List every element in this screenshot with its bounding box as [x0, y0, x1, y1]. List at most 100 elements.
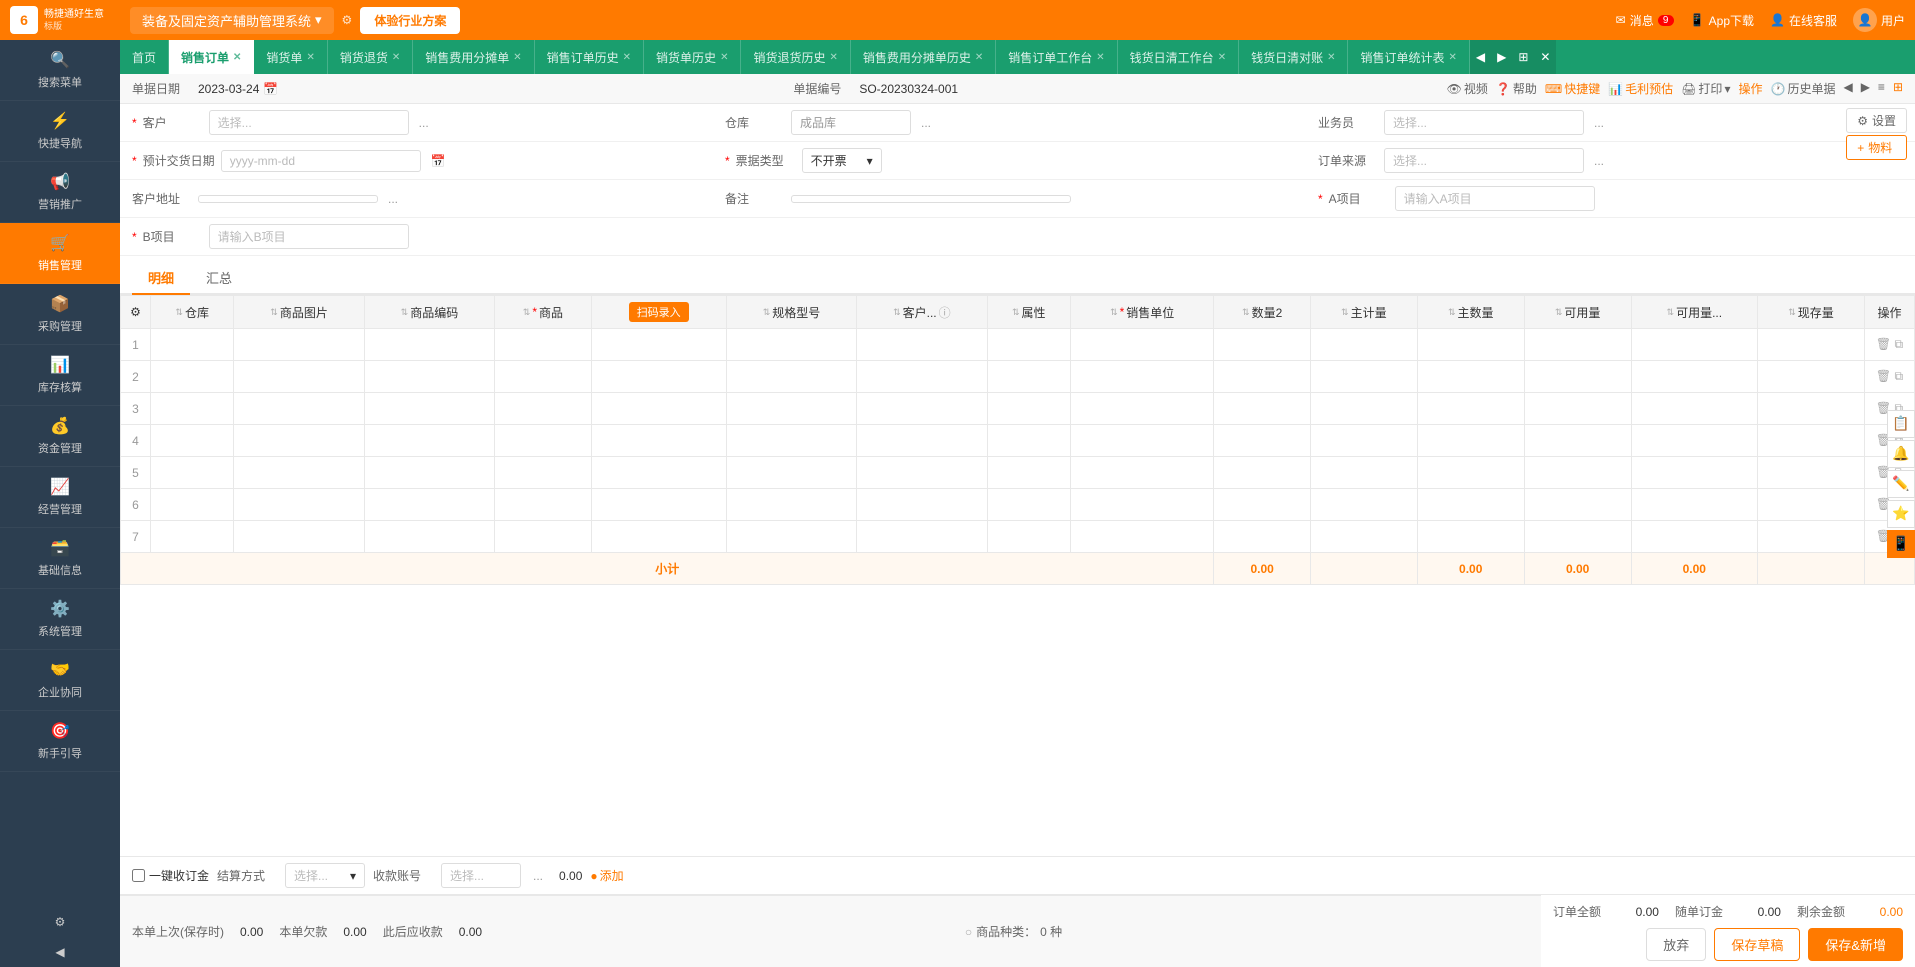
invoice-type-select[interactable]: 不开票 ▾	[802, 148, 882, 173]
sidebar-item-purchase[interactable]: 📦 采购管理	[0, 284, 120, 345]
tab-close-icon[interactable]: ✕	[392, 52, 400, 63]
row-main-qty[interactable]	[1417, 361, 1524, 393]
row-product[interactable]	[495, 393, 591, 425]
tab-sales-order-history[interactable]: 销售订单历史 ✕	[535, 40, 644, 74]
row-customer-code[interactable]	[857, 457, 987, 489]
row-sales-unit[interactable]	[1070, 521, 1213, 553]
row-qty2[interactable]	[1214, 489, 1310, 521]
row-customer-code[interactable]	[857, 425, 987, 457]
row-qty2[interactable]	[1214, 457, 1310, 489]
tab-sales-stats[interactable]: 销售订单统计表 ✕	[1348, 40, 1469, 74]
sort-icon[interactable]: ⇅	[1341, 307, 1349, 318]
row-main-qty[interactable]	[1417, 425, 1524, 457]
sidebar-collapse-btn[interactable]: ◀	[0, 937, 120, 967]
row-warehouse[interactable]	[151, 361, 234, 393]
sidebar-item-marketing[interactable]: 📢 营销推广	[0, 162, 120, 223]
view-action[interactable]: 👁 视频	[1447, 80, 1488, 97]
row-customer-code[interactable]	[857, 521, 987, 553]
customer-input[interactable]: 选择...	[209, 110, 409, 135]
row-sales-unit[interactable]	[1070, 425, 1213, 457]
sidebar-item-sales[interactable]: 🛒 销售管理	[0, 223, 120, 284]
row-product-code[interactable]	[364, 489, 494, 521]
row-attr[interactable]	[987, 457, 1070, 489]
row-product-code[interactable]	[364, 425, 494, 457]
row-attr[interactable]	[987, 425, 1070, 457]
tab-cash-workbench[interactable]: 钱货日清工作台 ✕	[1118, 40, 1239, 74]
row-qty2[interactable]	[1214, 329, 1310, 361]
row-warehouse[interactable]	[151, 457, 234, 489]
tab-close-icon[interactable]: ✕	[233, 52, 241, 63]
row-main-qty[interactable]	[1417, 329, 1524, 361]
help-action[interactable]: ❓ 帮助	[1496, 80, 1537, 97]
sidebar-item-search[interactable]: 🔍 搜索菜单	[0, 40, 120, 101]
float-mobile-btn[interactable]: 📱	[1887, 530, 1915, 558]
row-attr[interactable]	[987, 361, 1070, 393]
sort-icon[interactable]: ⇅	[1555, 307, 1563, 318]
sidebar-settings-btn[interactable]: ⚙	[0, 907, 120, 937]
settings-tool-btn[interactable]: ⚙ 设置	[1846, 108, 1907, 133]
sidebar-item-finance[interactable]: 💰 资金管理	[0, 406, 120, 467]
row-product[interactable]	[495, 329, 591, 361]
row-sales-unit[interactable]	[1070, 489, 1213, 521]
copy-icon[interactable]: ⧉	[1895, 337, 1904, 351]
b-project-input[interactable]: 请输入B项目	[209, 224, 409, 249]
float-clipboard-btn[interactable]: 📋	[1887, 410, 1915, 438]
note-input[interactable]	[791, 195, 1071, 203]
float-edit-btn[interactable]: ✏️	[1887, 470, 1915, 498]
row-warehouse[interactable]	[151, 425, 234, 457]
history-action[interactable]: 🕐 历史单据	[1770, 80, 1835, 97]
order-source-ellipsis[interactable]: ...	[1594, 154, 1604, 168]
tab-sales-return[interactable]: 销货退货 ✕	[328, 40, 413, 74]
profit-action[interactable]: 📊 毛利预估	[1608, 80, 1673, 97]
tab-sales-order-workbench[interactable]: 销售订单工作台 ✕	[996, 40, 1117, 74]
row-sales-unit[interactable]	[1070, 393, 1213, 425]
system-name-dropdown[interactable]: 装备及固定资产辅助管理系统 ▾	[130, 7, 334, 34]
settings-gear-icon[interactable]: ⚙	[342, 13, 353, 27]
tab-close-icon[interactable]: ✕	[975, 52, 983, 63]
sidebar-item-nav[interactable]: ⚡ 快捷导航	[0, 101, 120, 162]
row-spec[interactable]	[726, 425, 856, 457]
print-action[interactable]: 🖨 打印 ▾	[1681, 80, 1730, 97]
scan-btn[interactable]: 扫码录入	[629, 302, 689, 322]
row-product[interactable]	[495, 425, 591, 457]
row-customer-code[interactable]	[857, 361, 987, 393]
row-warehouse[interactable]	[151, 329, 234, 361]
row-product-code[interactable]	[364, 521, 494, 553]
row-customer-code[interactable]	[857, 393, 987, 425]
tab-sales-invoice[interactable]: 销货单 ✕	[254, 40, 327, 74]
tab-expand-btn[interactable]: ⊞	[1512, 40, 1534, 74]
tab-next-btn[interactable]: ▶	[1491, 40, 1512, 74]
row-main-qty[interactable]	[1417, 489, 1524, 521]
row-product[interactable]	[495, 521, 591, 553]
sort-icon[interactable]: ⇅	[1788, 307, 1796, 318]
row-attr[interactable]	[987, 521, 1070, 553]
row-qty2[interactable]	[1214, 393, 1310, 425]
a-project-input[interactable]: 请输入A项目	[1395, 186, 1595, 211]
app-download-btn[interactable]: 📱 App下载	[1690, 12, 1754, 29]
nav-next-icon[interactable]: ▶	[1861, 80, 1870, 97]
row-warehouse[interactable]	[151, 521, 234, 553]
row-main-qty[interactable]	[1417, 393, 1524, 425]
one-click-checkbox-label[interactable]: 一键收订金	[132, 867, 209, 884]
tab-close-icon[interactable]: ✕	[829, 52, 837, 63]
row-product-code[interactable]	[364, 457, 494, 489]
row-warehouse[interactable]	[151, 393, 234, 425]
tab-close-icon[interactable]: ✕	[1218, 52, 1226, 63]
row-attr[interactable]	[987, 393, 1070, 425]
save-draft-btn[interactable]: 保存草稿	[1714, 928, 1800, 961]
th-settings[interactable]: ⚙	[121, 296, 151, 329]
tab-home[interactable]: 首页	[120, 40, 169, 74]
row-main-qty[interactable]	[1417, 521, 1524, 553]
row-spec[interactable]	[726, 457, 856, 489]
message-btn[interactable]: ✉ 消息 9	[1616, 12, 1674, 29]
row-qty2[interactable]	[1214, 425, 1310, 457]
row-spec[interactable]	[726, 489, 856, 521]
tab-close-icon[interactable]: ✕	[623, 52, 631, 63]
nav-prev-icon[interactable]: ◀	[1843, 80, 1852, 97]
sidebar-item-base[interactable]: 🗃️ 基础信息	[0, 528, 120, 589]
tab-close-all-btn[interactable]: ✕	[1534, 40, 1556, 74]
tab-prev-btn[interactable]: ◀	[1470, 40, 1491, 74]
bank-account-ellipsis[interactable]: ...	[533, 869, 543, 883]
tab-close-icon[interactable]: ✕	[1449, 52, 1457, 63]
sort-icon[interactable]: ⇅	[1012, 307, 1020, 318]
